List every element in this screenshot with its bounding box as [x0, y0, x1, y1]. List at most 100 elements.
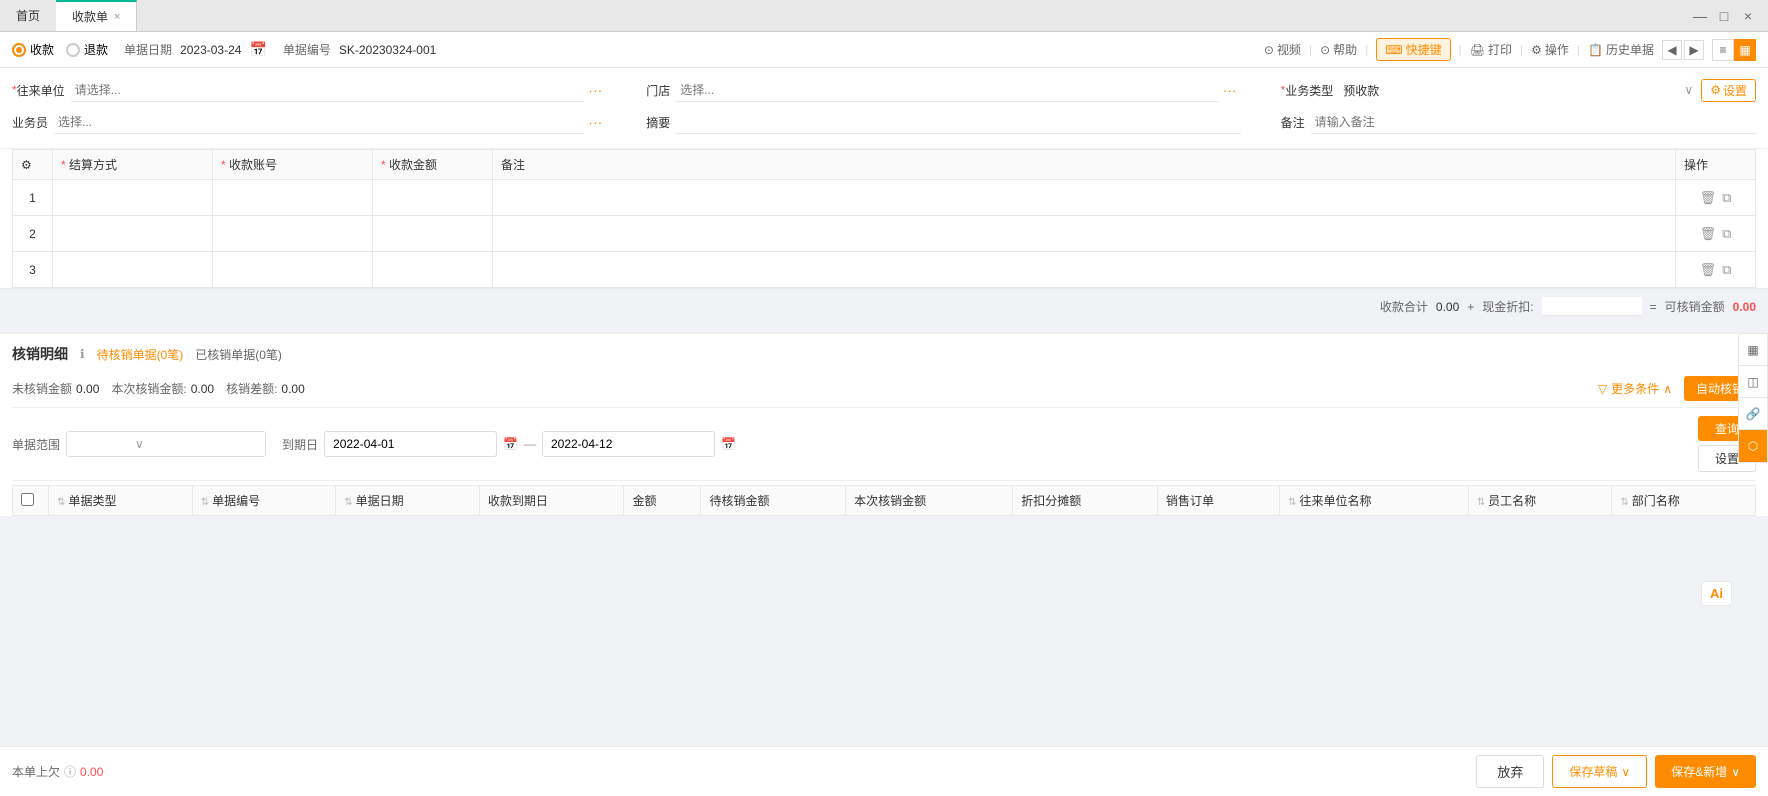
- salesman-input[interactable]: [54, 110, 584, 134]
- col-discount-header: 折扣分摊额: [1013, 486, 1158, 516]
- pending-tab[interactable]: 待核销单据(0笔): [97, 346, 184, 363]
- row-1-amount[interactable]: [373, 180, 493, 216]
- row-3-copy-icon[interactable]: ⧉: [1722, 262, 1731, 278]
- operate-action[interactable]: ⚙ 操作: [1531, 41, 1569, 58]
- verifiable-value: 0.00: [1733, 300, 1756, 314]
- right-tool-doc[interactable]: ◫: [1739, 366, 1767, 398]
- col-docnum-label: 单据编号: [212, 494, 260, 508]
- refund-radio[interactable]: 退款: [66, 41, 108, 58]
- row-2-delete-icon[interactable]: 🗑: [1700, 226, 1717, 242]
- row-2-remark[interactable]: [493, 216, 1676, 252]
- summary-input[interactable]: [676, 110, 1240, 134]
- save-draft-button[interactable]: 保存草稿 ∨: [1552, 755, 1647, 788]
- list-view-btn[interactable]: ≡: [1712, 39, 1734, 61]
- sort-icon[interactable]: ⇅: [201, 497, 209, 508]
- store-label: 门店: [646, 82, 676, 99]
- form-section: * 往来单位 ··· 门店 ··· * 业务类型 预收款 ∨ ⚙ 设置 业务员 …: [0, 68, 1768, 149]
- discard-button[interactable]: 放弃: [1476, 755, 1544, 788]
- save-new-label: 保存&新增: [1671, 763, 1727, 780]
- check-all-header[interactable]: [13, 486, 49, 516]
- col-pending-header: 待核销金额: [701, 486, 846, 516]
- due-label: 到期日: [282, 436, 318, 453]
- sort-icon[interactable]: ⇅: [1620, 497, 1628, 508]
- tab-receipt[interactable]: 收款单 ×: [56, 0, 137, 31]
- row-2-account[interactable]: [213, 216, 373, 252]
- cal-from-icon[interactable]: 📅: [503, 437, 518, 451]
- row-1-remark[interactable]: [493, 180, 1676, 216]
- date-from-input[interactable]: [324, 431, 497, 457]
- biz-dropdown-icon[interactable]: ∨: [1684, 83, 1693, 97]
- row-1-delete-icon[interactable]: 🗑: [1700, 190, 1717, 206]
- biz-label: 业务类型: [1285, 82, 1339, 99]
- more-conditions-btn[interactable]: ▽ 更多条件 ∧: [1598, 380, 1672, 397]
- row-2-copy-icon[interactable]: ⧉: [1722, 226, 1731, 242]
- operate-icon: ⚙: [1531, 43, 1542, 57]
- col-pending-label: 待核销金额: [709, 494, 769, 508]
- print-action[interactable]: 🖨 打印: [1470, 41, 1512, 58]
- range-select[interactable]: ∨: [66, 431, 266, 457]
- partner-input[interactable]: [71, 78, 585, 102]
- history-icon: 📋: [1588, 43, 1603, 57]
- row-3-remark[interactable]: [493, 252, 1676, 288]
- col-settings-header[interactable]: ⚙: [13, 150, 53, 180]
- partner-more-btn[interactable]: ···: [584, 82, 606, 98]
- done-tab[interactable]: 已核销单据(0笔): [195, 346, 282, 363]
- shortcut-button[interactable]: ⌨ 快捷键: [1376, 38, 1450, 61]
- row-3-amount[interactable]: [373, 252, 493, 288]
- nav-prev[interactable]: ◀: [1662, 40, 1682, 60]
- footer-info-icon[interactable]: ⓘ: [64, 763, 76, 780]
- store-input[interactable]: [676, 78, 1218, 102]
- row-2-settlement[interactable]: [53, 216, 213, 252]
- close-button[interactable]: ×: [1740, 8, 1756, 24]
- discount-input[interactable]: [1542, 297, 1642, 316]
- save-new-button[interactable]: 保存&新增 ∨: [1655, 755, 1756, 788]
- row-1-settlement[interactable]: [53, 180, 213, 216]
- table-row: 3 🗑 ⧉: [13, 252, 1756, 288]
- date-to-input[interactable]: [542, 431, 715, 457]
- salesman-more-btn[interactable]: ···: [584, 114, 606, 130]
- cal-to-icon[interactable]: 📅: [721, 437, 736, 451]
- row-3-settlement[interactable]: [53, 252, 213, 288]
- sort-icon[interactable]: ⇅: [1288, 497, 1296, 508]
- tab-home-label: 首页: [16, 7, 40, 24]
- sort-icon[interactable]: ⇅: [1477, 497, 1485, 508]
- history-action[interactable]: 📋 历史单据: [1588, 41, 1654, 58]
- ai-badge[interactable]: Ai: [1701, 581, 1732, 606]
- this-order-value: 0.00: [80, 765, 103, 779]
- tab-home[interactable]: 首页: [0, 0, 56, 31]
- right-tool-screenshot[interactable]: ⬡: [1739, 430, 1767, 462]
- settings-button[interactable]: ⚙ 设置: [1701, 79, 1756, 102]
- row-3-account[interactable]: [213, 252, 373, 288]
- check-all-checkbox[interactable]: [21, 493, 34, 506]
- sort-icon[interactable]: ⇅: [344, 497, 352, 508]
- settings-gear-icon: ⚙: [21, 158, 32, 172]
- video-action[interactable]: ⊙ 视频: [1264, 41, 1301, 58]
- writeoff-diff: 核销差额: 0.00: [226, 380, 305, 397]
- row-2-actions: 🗑 ⧉: [1676, 216, 1756, 252]
- refund-radio-dot: [66, 43, 80, 57]
- more-conditions-label: 更多条件: [1611, 380, 1659, 397]
- range-chevron-icon: ∨: [135, 437, 144, 451]
- store-more-btn[interactable]: ···: [1219, 82, 1241, 98]
- grid-view-btn[interactable]: ▦: [1734, 39, 1756, 61]
- receipt-radio[interactable]: 收款: [12, 41, 54, 58]
- col-employee-header: ⇅ 员工名称: [1468, 486, 1612, 516]
- help-action[interactable]: ⊙ 帮助: [1320, 41, 1357, 58]
- minimize-button[interactable]: —: [1692, 8, 1708, 24]
- row-3-delete-icon[interactable]: 🗑: [1700, 262, 1717, 278]
- writeoff-info-icon[interactable]: ℹ: [80, 347, 85, 361]
- right-tool-link[interactable]: 🔗: [1739, 398, 1767, 430]
- remark-input[interactable]: [1311, 110, 1756, 134]
- row-2-num: 2: [13, 216, 53, 252]
- row-1-account[interactable]: [213, 180, 373, 216]
- calendar-icon[interactable]: 📅: [249, 41, 266, 58]
- row-1-copy-icon[interactable]: ⧉: [1722, 190, 1731, 206]
- tab-close-icon[interactable]: ×: [114, 11, 120, 23]
- sort-icon[interactable]: ⇅: [57, 497, 65, 508]
- maximize-button[interactable]: □: [1716, 8, 1732, 24]
- help-icon: ⊙: [1320, 43, 1330, 57]
- right-tool-table[interactable]: ▦: [1739, 334, 1767, 366]
- toolbar-actions: ⊙ 视频 | ⊙ 帮助 | ⌨ 快捷键 | 🖨 打印 | ⚙ 操作 | 📋 历史…: [1264, 38, 1756, 61]
- nav-next[interactable]: ▶: [1684, 40, 1704, 60]
- row-2-amount[interactable]: [373, 216, 493, 252]
